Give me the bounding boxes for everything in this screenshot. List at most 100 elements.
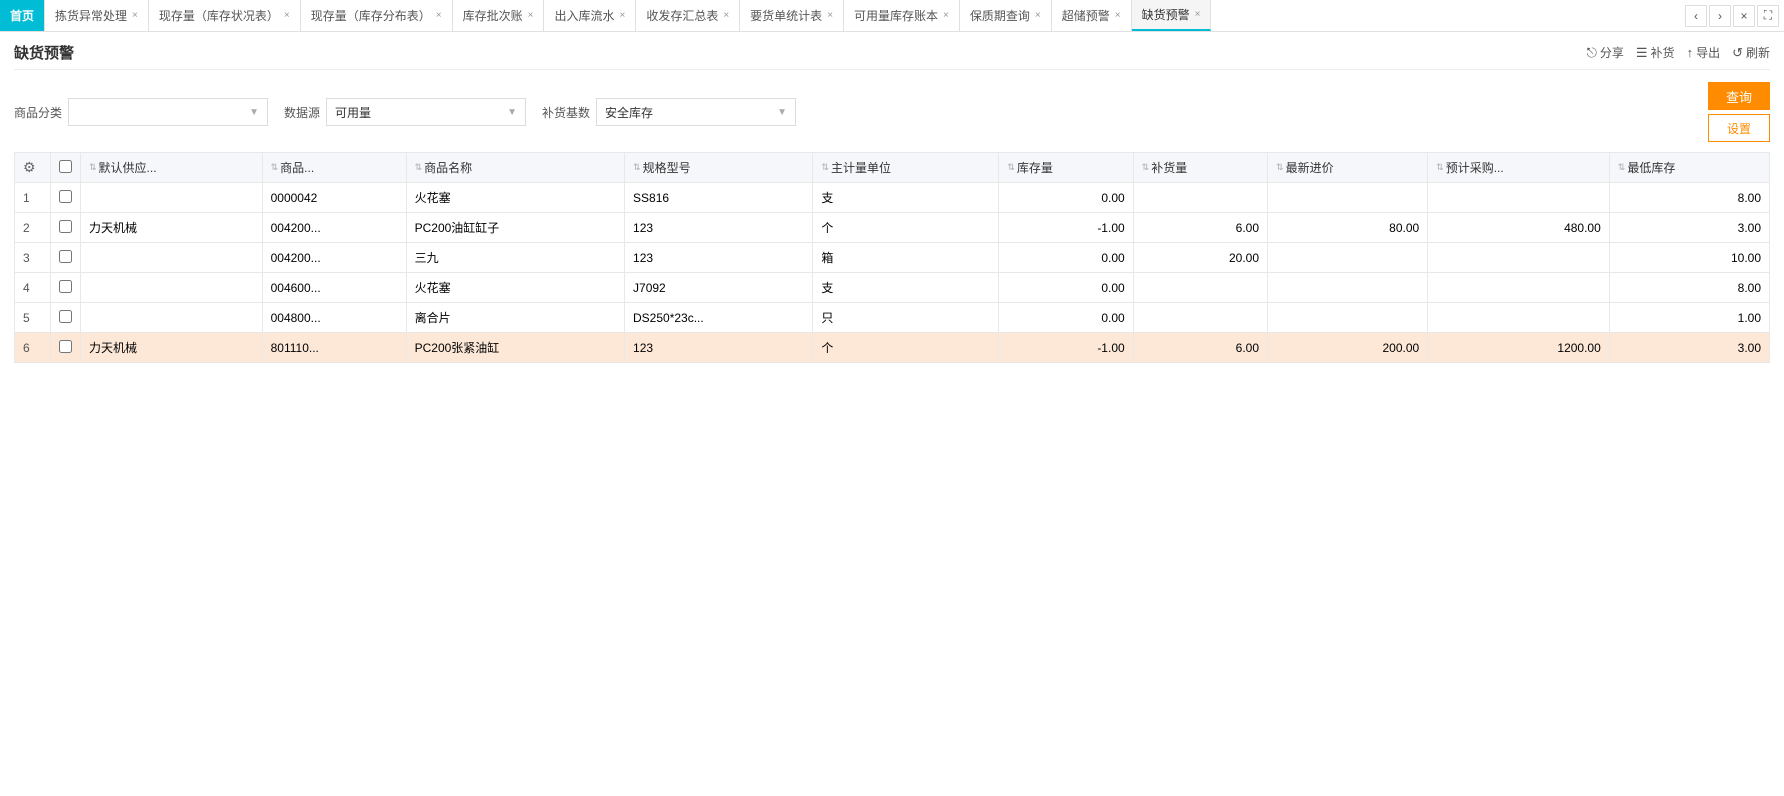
cell-price-3 xyxy=(1268,243,1428,273)
main-content: 缺货预警 ⎋ 分享 ☰ 补货 ↑ 导出 ↺ 刷新 商品分类 xyxy=(0,32,1784,796)
row-checkbox-6[interactable] xyxy=(51,333,81,363)
cell-stock-6: -1.00 xyxy=(999,333,1133,363)
tab-available-ledger[interactable]: 可用量库存账本 × xyxy=(844,0,960,31)
tab-close-8[interactable]: × xyxy=(943,10,949,21)
cell-goodsname-3: 三九 xyxy=(406,243,624,273)
table-body: 1 0000042 火花塞 SS816 支 0.00 8.00 2 力天机械 0… xyxy=(15,183,1770,363)
column-goodsname[interactable]: ⇅ 商品名称 xyxy=(406,153,624,183)
replenish-base-select[interactable]: 安全库存 ▼ xyxy=(596,98,796,126)
column-checkbox-all[interactable] xyxy=(51,153,81,183)
tab-close-5[interactable]: × xyxy=(619,10,625,21)
cell-price-6: 200.00 xyxy=(1268,333,1428,363)
category-select[interactable]: ▼ xyxy=(68,98,268,126)
table-row: 6 力天机械 801110... PC200张紧油缸 123 个 -1.00 6… xyxy=(15,333,1770,363)
column-price[interactable]: ⇅ 最新进价 xyxy=(1268,153,1428,183)
tab-flow[interactable]: 出入库流水 × xyxy=(544,0,636,31)
column-unit[interactable]: ⇅ 主计量单位 xyxy=(813,153,999,183)
row-select-6[interactable] xyxy=(59,340,72,353)
column-gear[interactable]: ⚙ xyxy=(15,153,51,183)
refresh-icon: ↺ xyxy=(1732,45,1743,61)
tab-fullscreen[interactable]: ⛶ xyxy=(1757,5,1779,27)
row-select-3[interactable] xyxy=(59,250,72,263)
category-filter-group: 商品分类 ▼ xyxy=(14,98,268,126)
table-row: 1 0000042 火花塞 SS816 支 0.00 8.00 xyxy=(15,183,1770,213)
cell-goodscode-5: 004800... xyxy=(262,303,406,333)
tab-overstock[interactable]: 超储预警 × xyxy=(1052,0,1132,31)
unit-sort-icon: ⇅ xyxy=(821,162,829,173)
tab-close-1[interactable]: × xyxy=(132,10,138,21)
tab-close-10[interactable]: × xyxy=(1115,10,1121,21)
cell-supplier-5 xyxy=(81,303,263,333)
page-title: 缺货预警 xyxy=(14,42,74,63)
row-select-5[interactable] xyxy=(59,310,72,323)
cell-forecast-5 xyxy=(1428,303,1610,333)
cell-goodsname-5: 离合片 xyxy=(406,303,624,333)
gear-icon[interactable]: ⚙ xyxy=(23,159,36,175)
cell-supplier-2: 力天机械 xyxy=(81,213,263,243)
tab-close-3[interactable]: × xyxy=(436,10,442,21)
tab-close-6[interactable]: × xyxy=(723,10,729,21)
cell-supplier-6: 力天机械 xyxy=(81,333,263,363)
replenish-base-filter-group: 补货基数 安全库存 ▼ xyxy=(542,98,796,126)
column-forecast[interactable]: ⇅ 预计采购... xyxy=(1428,153,1610,183)
stock-sort-icon: ⇅ xyxy=(1007,162,1015,173)
row-number-3: 3 xyxy=(15,243,51,273)
select-all-checkbox[interactable] xyxy=(59,160,72,173)
tab-demand-stats[interactable]: 要货单统计表 × xyxy=(740,0,844,31)
cell-replenish-5 xyxy=(1133,303,1267,333)
tab-inventory-status[interactable]: 现存量（库存状况表） × xyxy=(149,0,301,31)
tab-close-2[interactable]: × xyxy=(284,10,290,21)
cell-goodscode-2: 004200... xyxy=(262,213,406,243)
tab-close-9[interactable]: × xyxy=(1035,10,1041,21)
query-button[interactable]: 查询 xyxy=(1708,82,1770,110)
tab-shelf-life[interactable]: 保质期查询 × xyxy=(960,0,1052,31)
cell-forecast-1 xyxy=(1428,183,1610,213)
tab-close-11[interactable]: × xyxy=(1195,9,1201,20)
tab-inventory-dist[interactable]: 现存量（库存分布表） × xyxy=(301,0,453,31)
tab-bar: 首页 拣货异常处理 × 现存量（库存状况表） × 现存量（库存分布表） × 库存… xyxy=(0,0,1784,32)
cell-minstk-2: 3.00 xyxy=(1609,213,1769,243)
settings-button[interactable]: 设置 xyxy=(1708,114,1770,142)
cell-minstk-1: 8.00 xyxy=(1609,183,1769,213)
row-number-1: 1 xyxy=(15,183,51,213)
tab-pick-exception[interactable]: 拣货异常处理 × xyxy=(45,0,149,31)
tab-scroll-left[interactable]: ‹ xyxy=(1685,5,1707,27)
replenish-button[interactable]: ☰ 补货 xyxy=(1636,44,1675,61)
column-stock[interactable]: ⇅ 库存量 xyxy=(999,153,1133,183)
tab-scroll-right[interactable]: › xyxy=(1709,5,1731,27)
row-select-1[interactable] xyxy=(59,190,72,203)
cell-unit-4: 支 xyxy=(813,273,999,303)
datasource-select-arrow: ▼ xyxy=(507,107,517,118)
tab-shortage[interactable]: 缺货预警 × xyxy=(1132,0,1212,31)
tab-close-4[interactable]: × xyxy=(528,10,534,21)
column-goodscode[interactable]: ⇅ 商品... xyxy=(262,153,406,183)
replenish-sort-icon: ⇅ xyxy=(1142,162,1150,173)
row-checkbox-1[interactable] xyxy=(51,183,81,213)
column-replenish[interactable]: ⇅ 补货量 xyxy=(1133,153,1267,183)
refresh-button[interactable]: ↺ 刷新 xyxy=(1732,44,1770,61)
export-button[interactable]: ↑ 导出 xyxy=(1687,44,1721,61)
share-button[interactable]: ⎋ 分享 xyxy=(1587,44,1624,61)
row-checkbox-4[interactable] xyxy=(51,273,81,303)
goodscode-sort-icon: ⇅ xyxy=(271,162,279,173)
cell-unit-3: 箱 xyxy=(813,243,999,273)
cell-supplier-4 xyxy=(81,273,263,303)
column-spec[interactable]: ⇅ 规格型号 xyxy=(625,153,813,183)
cell-goodsname-2: PC200油缸缸子 xyxy=(406,213,624,243)
row-checkbox-2[interactable] xyxy=(51,213,81,243)
column-minstk[interactable]: ⇅ 最低库存 xyxy=(1609,153,1769,183)
row-select-4[interactable] xyxy=(59,280,72,293)
datasource-select[interactable]: 可用量 ▼ xyxy=(326,98,526,126)
cell-goodsname-6: PC200张紧油缸 xyxy=(406,333,624,363)
tab-summary[interactable]: 收发存汇总表 × xyxy=(636,0,740,31)
cell-goodscode-3: 004200... xyxy=(262,243,406,273)
row-checkbox-3[interactable] xyxy=(51,243,81,273)
tab-home[interactable]: 首页 xyxy=(0,0,45,31)
tab-close-current[interactable]: × xyxy=(1733,5,1755,27)
tab-batch-account[interactable]: 库存批次账 × xyxy=(453,0,545,31)
row-checkbox-5[interactable] xyxy=(51,303,81,333)
tab-close-7[interactable]: × xyxy=(827,10,833,21)
column-supplier[interactable]: ⇅ 默认供应... xyxy=(81,153,263,183)
row-select-2[interactable] xyxy=(59,220,72,233)
export-icon: ↑ xyxy=(1687,45,1694,60)
